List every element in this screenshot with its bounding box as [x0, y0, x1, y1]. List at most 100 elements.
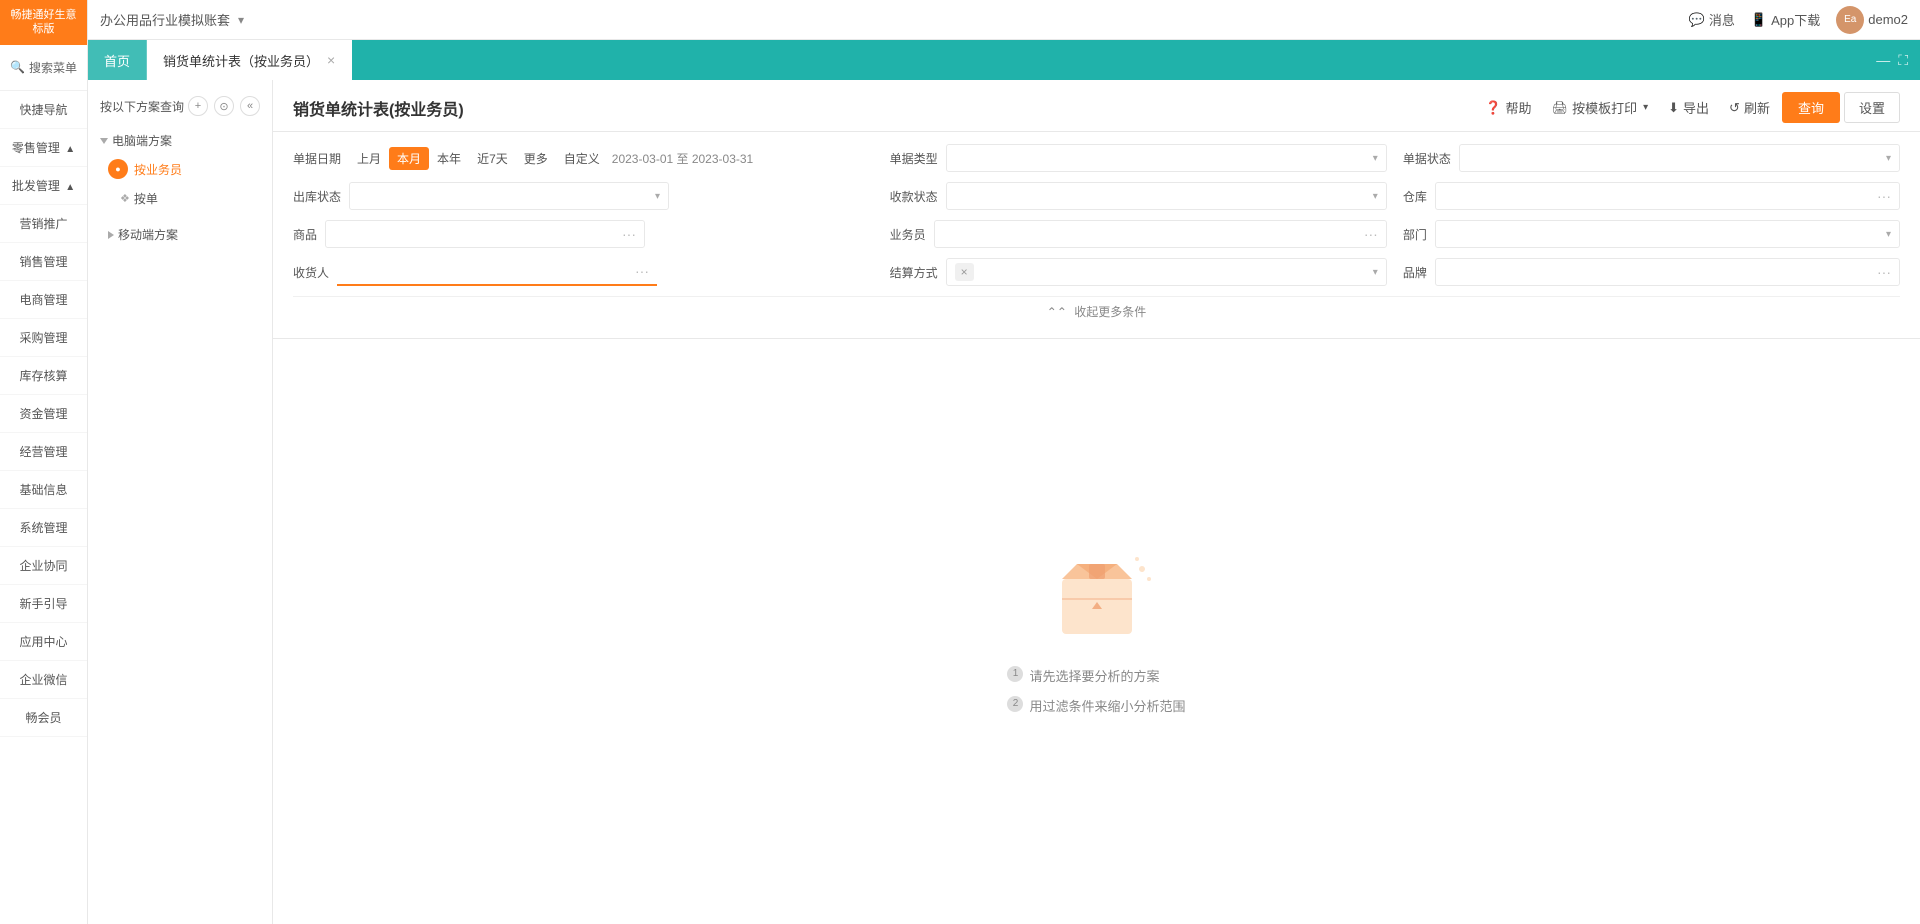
settlement-tag: × — [955, 263, 974, 281]
finance-label: 资金管理 — [19, 407, 67, 421]
refresh-btn[interactable]: ↺ 刷新 — [1721, 94, 1778, 121]
sidebar-item-corp-wechat[interactable]: 企业微信 — [0, 661, 87, 699]
empty-hint-1-text: 请先选择要分析的方案 — [1029, 664, 1159, 690]
inventory-label: 库存核算 — [19, 369, 67, 383]
tab-sales-stat-label: 销货单统计表（按业务员） — [163, 51, 319, 70]
warehouse-label: 仓库 — [1403, 188, 1427, 205]
sidebar-item-purchase[interactable]: 采购管理 — [0, 319, 87, 357]
collapse-scheme-btn[interactable]: « — [240, 96, 260, 116]
settings-btn[interactable]: 设置 — [1844, 92, 1900, 123]
sidebar-item-operation[interactable]: 经营管理 — [0, 433, 87, 471]
goods-field: 商品 ··· — [293, 220, 890, 248]
sidebar-item-inventory[interactable]: 库存核算 — [0, 357, 87, 395]
settlement-select[interactable]: × ▾ — [946, 258, 1387, 286]
collapse-bar[interactable]: ⌃⌃ 收起更多条件 — [293, 296, 1900, 326]
scheme-subitem-order-label: 按单 — [134, 190, 158, 207]
message-label: 消息 — [1709, 10, 1735, 29]
retail-arrow: ▲ — [65, 144, 75, 155]
tab-sales-stat[interactable]: 销货单统计表（按业务员） × — [147, 40, 352, 80]
filter-row-4: 收货人 ··· 结算方式 × ▾ — [293, 258, 1900, 286]
sidebar-item-sales[interactable]: 销售管理 — [0, 243, 87, 281]
help-btn[interactable]: ❓ 帮助 — [1477, 94, 1539, 121]
receiver-field: 收货人 ··· — [293, 258, 890, 286]
sidebar-item-finance[interactable]: 资金管理 — [0, 395, 87, 433]
app-center-label: 应用中心 — [19, 635, 67, 649]
page-header: 销货单统计表(按业务员) ❓ 帮助 🖨 按模板打印 ▾ ⬇ 导出 — [273, 80, 1920, 132]
sidebar-item-member[interactable]: 畅会员 — [0, 699, 87, 737]
warehouse-dots[interactable]: ··· — [1877, 188, 1891, 204]
last-month-btn[interactable]: 上月 — [349, 147, 389, 170]
empty-text: 1 请先选择要分析的方案 2 用过滤条件来缩小分析范围 — [1007, 664, 1185, 720]
print-label: 按模板打印 — [1572, 98, 1637, 117]
pc-scheme-group: 电脑端方案 ● 按业务员 ❖ 按单 — [88, 124, 272, 216]
tab-expand-area: — ⛶ — [1864, 52, 1920, 69]
mobile-scheme-header[interactable]: 移动端方案 — [88, 220, 272, 249]
query-btn[interactable]: 查询 — [1782, 92, 1840, 123]
scheme-subitem-by-order[interactable]: ❖ 按单 — [88, 185, 272, 212]
this-month-btn[interactable]: 本月 — [389, 147, 429, 170]
user-label: demo2 — [1868, 12, 1908, 27]
out-status-select[interactable]: ▾ — [349, 182, 669, 210]
settlement-arrow: ▾ — [1373, 267, 1378, 278]
search-menu-item[interactable]: 🔍 搜索菜单 — [0, 45, 87, 91]
this-year-btn[interactable]: 本年 — [429, 147, 469, 170]
sidebar-item-app-center[interactable]: 应用中心 — [0, 623, 87, 661]
sidebar-item-basic[interactable]: 基础信息 — [0, 471, 87, 509]
page-title: 销货单统计表(按业务员) — [293, 96, 464, 120]
dept-select[interactable]: ▾ — [1435, 220, 1900, 248]
sidebar: 畅捷通好生意 标版 🔍 搜索菜单 快捷导航 零售管理 ▲ 批发管理 ▲ 营销推广… — [0, 0, 88, 924]
content-area: 按以下方案查询 + ⊙ « 电脑端方案 ● 按业务员 ❖ 按单 — [88, 80, 1920, 924]
logo-text: 畅捷通好生意 标版 — [4, 8, 83, 37]
message-btn[interactable]: 💬 消息 — [1689, 10, 1735, 29]
filter-row-2: 出库状态 ▾ 收款状态 ▾ 仓库 — [293, 182, 1900, 210]
sidebar-item-marketing[interactable]: 营销推广 — [0, 205, 87, 243]
custom-date-btn[interactable]: 自定义 — [556, 147, 608, 170]
mobile-scheme-group: 移动端方案 — [88, 216, 272, 253]
doc-type-field: 单据类型 ▾ — [890, 144, 1387, 172]
purchase-label: 采购管理 — [19, 331, 67, 345]
scheme-item-by-salesperson[interactable]: ● 按业务员 — [88, 153, 272, 185]
pc-scheme-header[interactable]: 电脑端方案 — [88, 128, 272, 153]
tab-home[interactable]: 首页 — [88, 40, 147, 80]
tab-minimize-icon[interactable]: — — [1876, 52, 1890, 69]
brand-field: 品牌 ··· — [1403, 258, 1900, 286]
goods-dots[interactable]: ··· — [622, 226, 636, 242]
print-dropdown-arrow[interactable]: ▾ — [1643, 102, 1648, 113]
topbar-title: 办公用品行业模拟账套 — [100, 10, 230, 29]
dept-label: 部门 — [1403, 226, 1427, 243]
payment-status-select[interactable]: ▾ — [946, 182, 1387, 210]
sidebar-item-wholesale[interactable]: 批发管理 ▲ — [0, 167, 87, 205]
sidebar-item-system[interactable]: 系统管理 — [0, 509, 87, 547]
empty-illustration — [1037, 544, 1157, 644]
tab-maximize-icon[interactable]: ⛶ — [1898, 52, 1908, 69]
tab-close-icon[interactable]: × — [327, 52, 335, 68]
app-logo[interactable]: 畅捷通好生意 标版 — [0, 0, 87, 45]
wholesale-label: 批发管理 — [12, 179, 60, 193]
sidebar-item-retail[interactable]: 零售管理 ▲ — [0, 129, 87, 167]
print-btn[interactable]: 🖨 按模板打印 ▾ — [1544, 94, 1657, 121]
sidebar-item-enterprise[interactable]: 企业协同 — [0, 547, 87, 585]
export-label: 导出 — [1683, 98, 1709, 117]
last-7days-btn[interactable]: 近7天 — [469, 147, 516, 170]
user-avatar-area[interactable]: Ea demo2 — [1836, 6, 1908, 34]
sidebar-item-quick-nav[interactable]: 快捷导航 — [0, 91, 87, 129]
scheme-panel-icons: + ⊙ « — [188, 96, 260, 116]
more-date-btn[interactable]: 更多 — [516, 147, 556, 170]
receiver-dots[interactable]: ··· — [635, 263, 649, 279]
app-download-label: App下载 — [1771, 10, 1820, 29]
add-scheme-btn[interactable]: + — [188, 96, 208, 116]
tab-home-label: 首页 — [104, 51, 130, 70]
sidebar-item-ecommerce[interactable]: 电商管理 — [0, 281, 87, 319]
topbar-dropdown-icon[interactable]: ▾ — [238, 13, 244, 27]
brand-dots[interactable]: ··· — [1877, 264, 1891, 280]
edit-scheme-btn[interactable]: ⊙ — [214, 96, 234, 116]
doc-status-arrow: ▾ — [1886, 153, 1891, 164]
doc-status-select[interactable]: ▾ — [1459, 144, 1900, 172]
settlement-tag-close[interactable]: × — [961, 265, 968, 279]
export-btn[interactable]: ⬇ 导出 — [1660, 94, 1717, 121]
app-download-btn[interactable]: 📱 App下载 — [1751, 10, 1820, 29]
avatar: Ea — [1836, 6, 1864, 34]
salesperson-dots[interactable]: ··· — [1364, 226, 1378, 242]
sidebar-item-newbie[interactable]: 新手引导 — [0, 585, 87, 623]
doc-type-select[interactable]: ▾ — [946, 144, 1387, 172]
